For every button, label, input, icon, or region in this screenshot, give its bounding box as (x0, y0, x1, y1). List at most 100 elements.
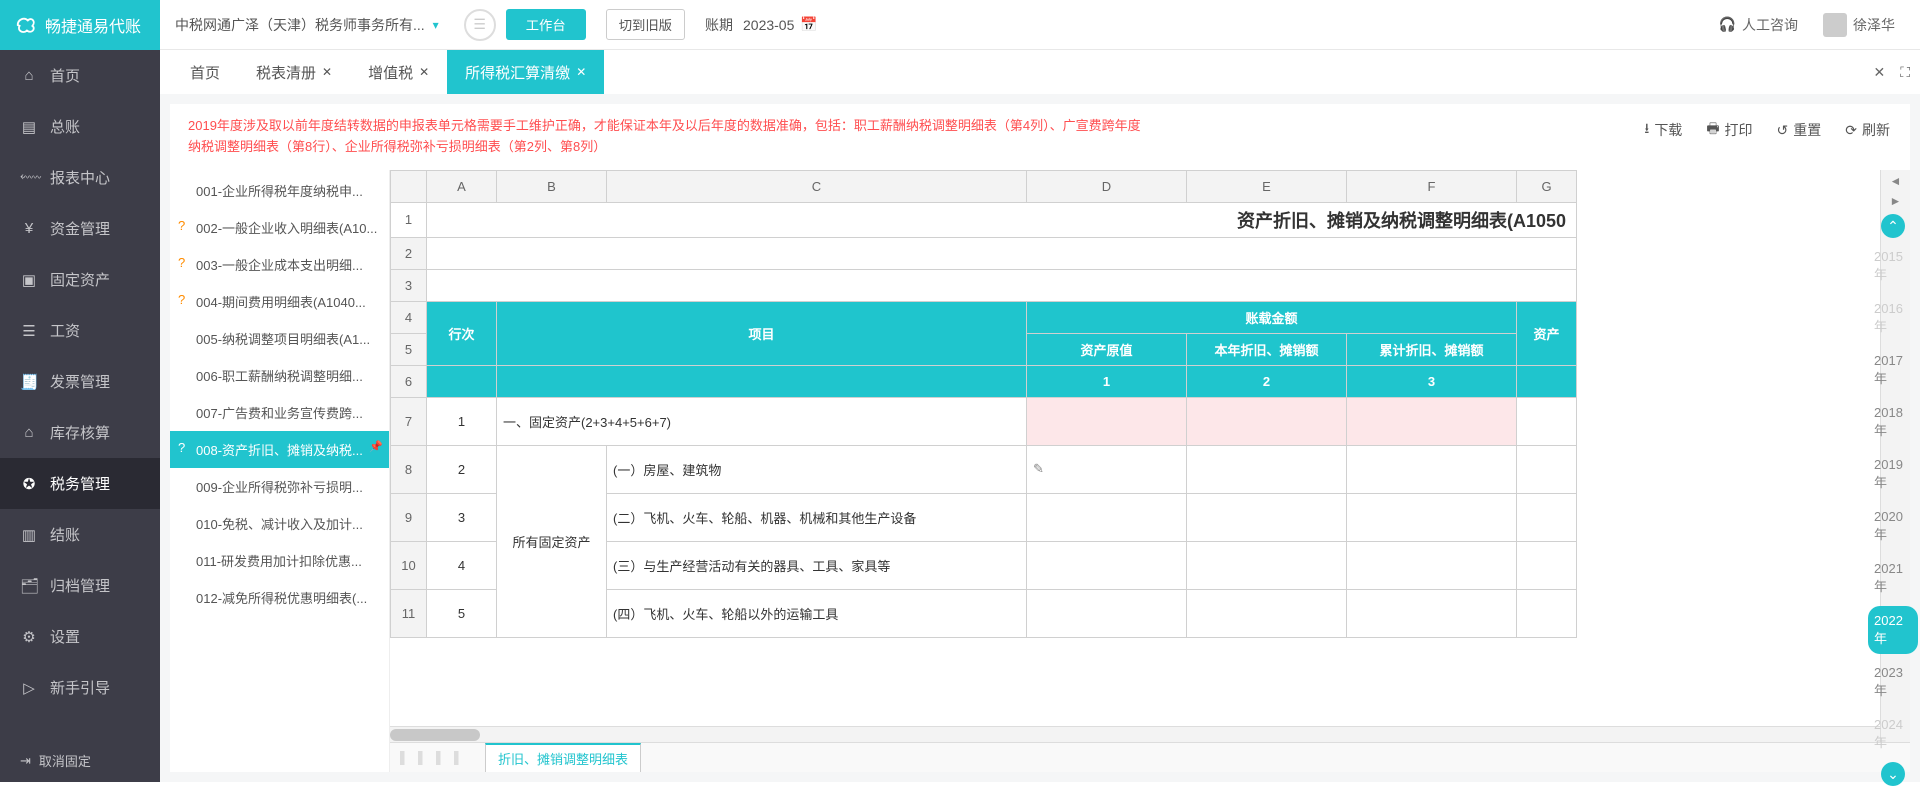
form-item-001[interactable]: 001-企业所得税年度纳税申... (170, 172, 389, 209)
form-item-003[interactable]: ?003-一般企业成本支出明细... (170, 246, 389, 283)
row-header[interactable]: 3 (391, 269, 427, 301)
row-header[interactable]: 2 (391, 237, 427, 269)
tab-vat[interactable]: 增值税✕ (350, 50, 447, 94)
sidebar-item-guide[interactable]: ▷新手引导 (0, 662, 160, 713)
year-option[interactable]: 2023年 (1868, 658, 1918, 706)
close-tab-icon[interactable]: ✕ (1873, 64, 1885, 81)
workspace-button[interactable]: 工作台 (506, 9, 586, 40)
switch-old-button[interactable]: 切到旧版 (606, 9, 685, 40)
col-header[interactable]: D (1027, 170, 1187, 202)
year-option[interactable]: 2022年 (1868, 606, 1918, 654)
cell[interactable]: (四）飞机、火车、轮船以外的运输工具 (607, 589, 1027, 637)
close-icon[interactable]: ✕ (419, 65, 429, 79)
year-option[interactable]: 2017年 (1868, 346, 1918, 394)
cell[interactable] (1347, 397, 1517, 445)
col-header[interactable]: G (1517, 170, 1577, 202)
year-option[interactable]: 2021年 (1868, 554, 1918, 602)
hscrollbar[interactable] (390, 726, 1910, 742)
sidebar-item-home[interactable]: ⌂首页 (0, 50, 160, 101)
cell[interactable]: (三）与生产经营活动有关的器具、工具、家具等 (607, 541, 1027, 589)
row-header[interactable]: 5 (391, 333, 427, 365)
form-item-010[interactable]: 010-免税、减计收入及加计... (170, 505, 389, 542)
col-header[interactable]: F (1347, 170, 1517, 202)
cell[interactable]: 一、固定资产(2+3+4+5+6+7) (497, 397, 1027, 445)
sidebar-item-ledger[interactable]: ▤总账 (0, 101, 160, 152)
sheet-tab[interactable]: 折旧、摊销调整明细表 (485, 743, 641, 772)
cell-merge[interactable]: 所有固定资产 (497, 445, 607, 637)
user-menu[interactable]: 徐泽华 (1823, 13, 1895, 37)
download-button[interactable]: ⭳下载 (1644, 118, 1682, 142)
calendar-icon[interactable]: 📅 (800, 16, 817, 33)
form-item-009[interactable]: 009-企业所得税弥补亏损明... (170, 468, 389, 505)
sheet-nav-left-icon[interactable]: ◄ (1890, 174, 1902, 188)
cell[interactable]: 1 (427, 397, 497, 445)
sidebar-item-settings[interactable]: ⚙设置 (0, 611, 160, 662)
cell[interactable] (1187, 397, 1347, 445)
cell[interactable]: 2 (427, 445, 497, 493)
sheet-nav-right-icon[interactable]: ► (1890, 194, 1902, 208)
pin-icon[interactable]: 📌 (369, 440, 383, 453)
row-header[interactable]: 6 (391, 365, 427, 397)
cell[interactable]: 5 (427, 589, 497, 637)
sidebar-item-tax[interactable]: ✪税务管理 (0, 458, 160, 509)
company-selector[interactable]: 中税网通广泽（天津）税务师事务所有... ▾ (160, 15, 454, 35)
row-header[interactable]: 8 (391, 445, 427, 493)
cell[interactable] (1027, 493, 1187, 541)
tab-home[interactable]: 首页 (172, 50, 238, 94)
year-option[interactable]: 2016年 (1868, 294, 1918, 342)
year-up-icon[interactable]: ⌃ (1881, 214, 1905, 238)
sidebar-item-reports[interactable]: ⬳报表中心 (0, 152, 160, 203)
doc-icon[interactable]: ☰ (464, 9, 496, 41)
year-option[interactable]: 2018年 (1868, 398, 1918, 446)
refresh-button[interactable]: ⟳刷新 (1845, 118, 1890, 142)
col-header[interactable]: C (607, 170, 1027, 202)
cell[interactable]: 4 (427, 541, 497, 589)
year-down-icon[interactable]: ⌄ (1881, 762, 1905, 786)
cell[interactable] (1347, 445, 1517, 493)
row-header[interactable]: 10 (391, 541, 427, 589)
select-all-cell[interactable] (391, 170, 427, 202)
year-option[interactable]: 2019年 (1868, 450, 1918, 498)
sidebar-item-funds[interactable]: ¥资金管理 (0, 203, 160, 254)
cell[interactable] (1027, 589, 1187, 637)
form-list[interactable]: 001-企业所得税年度纳税申... ?002-一般企业收入明细表(A10... … (170, 170, 390, 772)
cell[interactable] (1027, 397, 1187, 445)
form-item-006[interactable]: 006-职工薪酬纳税调整明细... (170, 357, 389, 394)
cell[interactable]: (二）飞机、火车、轮船、机器、机械和其他生产设备 (607, 493, 1027, 541)
edit-icon[interactable]: ✎ (1033, 461, 1044, 476)
cell[interactable] (1187, 541, 1347, 589)
row-header[interactable]: 7 (391, 397, 427, 445)
close-icon[interactable]: ✕ (576, 65, 586, 79)
form-item-011[interactable]: 011-研发费用加计扣除优惠... (170, 542, 389, 579)
row-header[interactable]: 9 (391, 493, 427, 541)
cell[interactable] (1347, 541, 1517, 589)
cell[interactable]: (一）房屋、建筑物 (607, 445, 1027, 493)
spreadsheet[interactable]: A B C D E F G 1资产折旧、摊销及纳税调整明细表(A1050 2 3 (390, 170, 1910, 726)
reset-button[interactable]: ↺重置 (1777, 118, 1822, 142)
row-header[interactable]: 1 (391, 202, 427, 237)
cell[interactable] (1517, 589, 1577, 637)
fullscreen-icon[interactable]: ⛶ (1900, 64, 1910, 81)
cell[interactable] (1027, 541, 1187, 589)
year-option[interactable]: 2020年 (1868, 502, 1918, 550)
cell[interactable] (1517, 445, 1577, 493)
form-item-008[interactable]: ?008-资产折旧、摊销及纳税...📌 (170, 431, 389, 468)
form-item-007[interactable]: 007-广告费和业务宣传费跨... (170, 394, 389, 431)
form-item-012[interactable]: 012-减免所得税优惠明细表(... (170, 579, 389, 616)
cell[interactable] (1187, 589, 1347, 637)
sidebar-item-assets[interactable]: ▣固定资产 (0, 254, 160, 305)
cell[interactable] (1187, 445, 1347, 493)
col-header[interactable]: B (497, 170, 607, 202)
sidebar-item-archive[interactable]: 🗂归档管理 (0, 560, 160, 611)
form-item-004[interactable]: ?004-期间费用明细表(A1040... (170, 283, 389, 320)
cell[interactable]: 3 (427, 493, 497, 541)
tab-income-tax[interactable]: 所得税汇算清缴✕ (447, 50, 604, 94)
sidebar-item-salary[interactable]: ☰工资 (0, 305, 160, 356)
col-header[interactable]: E (1187, 170, 1347, 202)
sidebar-item-close[interactable]: ▥结账 (0, 509, 160, 560)
tab-tax-list[interactable]: 税表清册✕ (238, 50, 350, 94)
consult-link[interactable]: 🎧 人工咨询 (1719, 15, 1798, 35)
print-button[interactable]: 🖶打印 (1706, 118, 1752, 142)
year-option[interactable]: 2024年 (1868, 710, 1918, 758)
cell[interactable] (1187, 493, 1347, 541)
